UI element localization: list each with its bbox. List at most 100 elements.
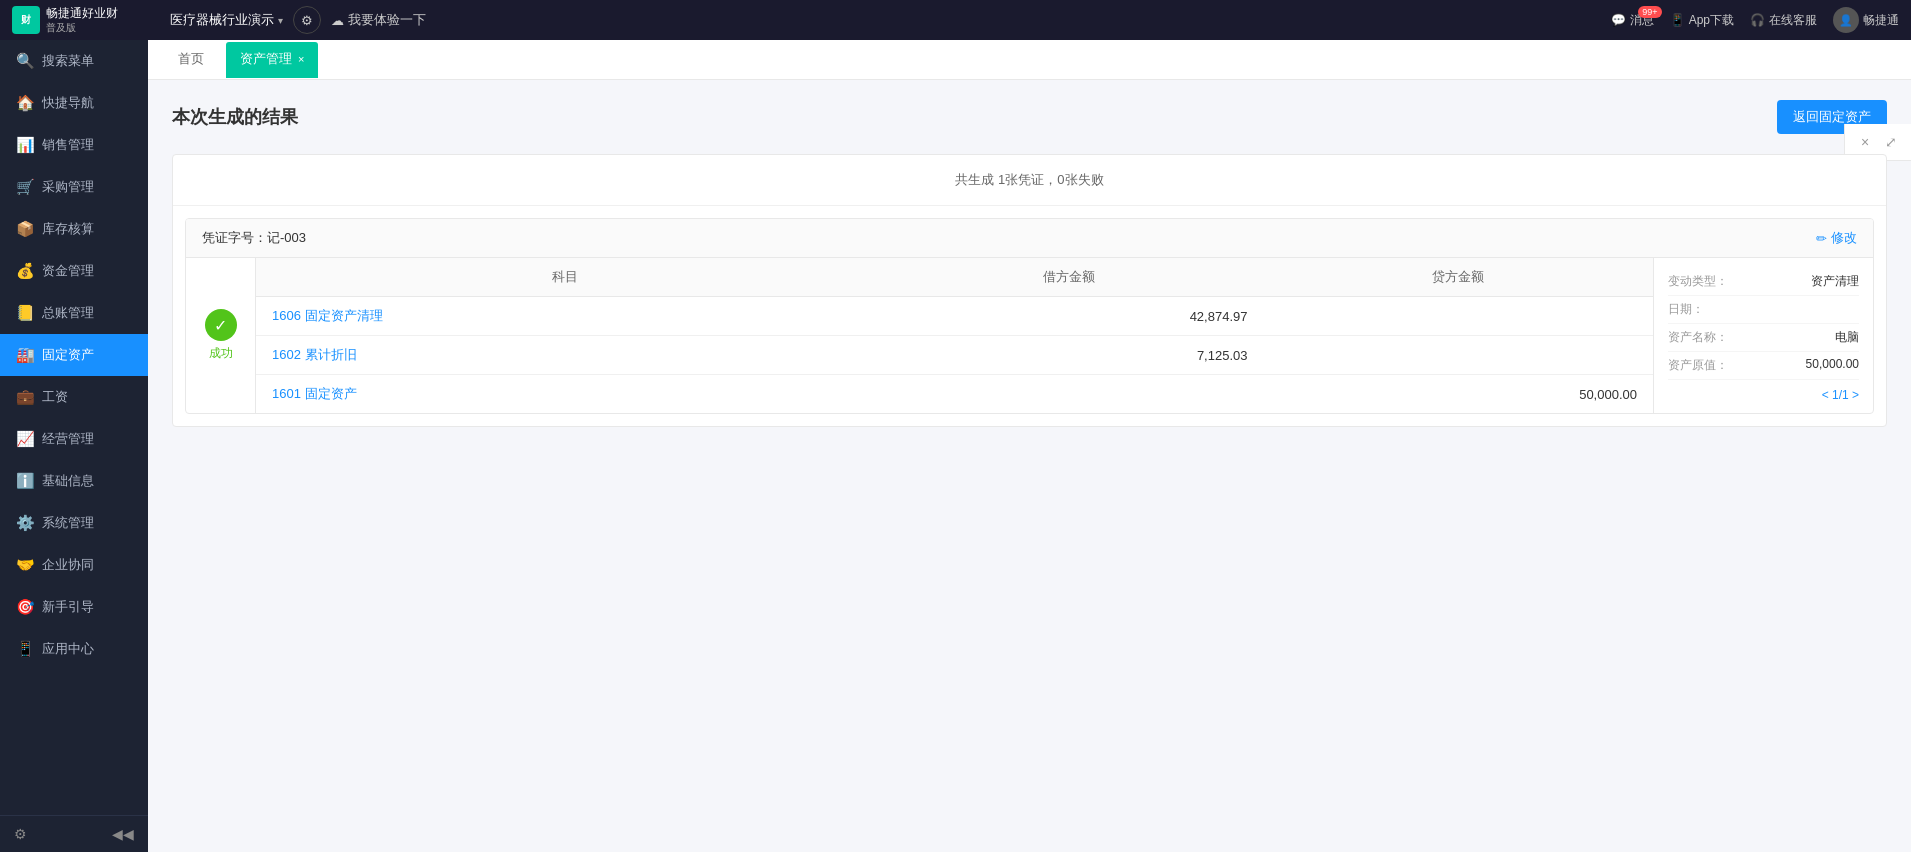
sidebar-label-quick-nav: 快捷导航 [42, 94, 94, 112]
header-middle: 医疗器械行业演示 ▾ ⚙ ☁ 我要体验一下 [160, 6, 1611, 34]
asset-value-value: 50,000.00 [1806, 357, 1859, 374]
sidebar-label-salary: 工资 [42, 388, 68, 406]
sidebar-label-sales: 销售管理 [42, 136, 94, 154]
app-name: 畅捷通好业财 [46, 6, 118, 22]
voucher-table-wrap: 科目 借方金额 贷方金额 1606 固定资产清理 42,874. [256, 258, 1653, 413]
system-icon: ⚙️ [16, 514, 34, 532]
result-summary: 共生成 1张凭证，0张失败 [173, 155, 1886, 206]
message-button[interactable]: 💬 消息 99+ [1611, 12, 1654, 29]
app-edition: 普及版 [46, 21, 118, 34]
try-label: 我要体验一下 [348, 11, 426, 29]
ledger-icon: 📒 [16, 304, 34, 322]
search-icon: 🔍 [16, 52, 34, 70]
subject-1606[interactable]: 1606 固定资产清理 [256, 297, 874, 336]
chevron-down-icon: ▾ [278, 15, 283, 26]
close-icon: × [1861, 134, 1869, 150]
app-download-button[interactable]: 📱 App下载 [1670, 12, 1734, 29]
operations-icon: 📈 [16, 430, 34, 448]
salary-icon: 💼 [16, 388, 34, 406]
pagination-text: < 1/1 > [1822, 388, 1859, 402]
sidebar-item-fixed-assets[interactable]: 🏭 固定资产 [0, 334, 148, 376]
detail-pagination[interactable]: < 1/1 > [1668, 388, 1859, 402]
sidebar-item-operations[interactable]: 📈 经营管理 [0, 418, 148, 460]
detail-asset-value: 资产原值： 50,000.00 [1668, 352, 1859, 380]
collapse-icon: ◀◀ [112, 826, 134, 842]
online-service-label: 在线客服 [1769, 12, 1817, 29]
funds-icon: 💰 [16, 262, 34, 280]
sidebar-item-sales[interactable]: 📊 销售管理 [0, 124, 148, 166]
sidebar-label-basic-info: 基础信息 [42, 472, 94, 490]
tab-home-label: 首页 [178, 51, 204, 66]
close-window-button[interactable]: × [1853, 130, 1877, 154]
guide-icon: 🎯 [16, 598, 34, 616]
sidebar-item-inventory[interactable]: 📦 库存核算 [0, 208, 148, 250]
expand-icon: ⤢ [1885, 134, 1897, 150]
sidebar-item-salary[interactable]: 💼 工资 [0, 376, 148, 418]
tab-home[interactable]: 首页 [164, 42, 218, 78]
voucher-body: ✓ 成功 科目 借方金额 贷方金 [186, 258, 1873, 413]
sidebar-item-basic-info[interactable]: ℹ️ 基础信息 [0, 460, 148, 502]
inventory-icon: 📦 [16, 220, 34, 238]
sidebar-item-purchase[interactable]: 🛒 采购管理 [0, 166, 148, 208]
sidebar-item-app-center[interactable]: 📱 应用中心 [0, 628, 148, 670]
debit-1602: 7,125.03 [874, 336, 1264, 375]
sidebar-item-ledger[interactable]: 📒 总账管理 [0, 292, 148, 334]
sidebar-label-funds: 资金管理 [42, 262, 94, 280]
content-area: 首页 资产管理 × × ⤢ 本次生成的结果 返回固定资产 [148, 40, 1911, 852]
sidebar-item-funds[interactable]: 💰 资金管理 [0, 250, 148, 292]
sidebar-item-system[interactable]: ⚙️ 系统管理 [0, 502, 148, 544]
cloud-icon: ☁ [331, 13, 344, 28]
sidebar: 🔍 搜索菜单 🏠 快捷导航 📊 销售管理 🛒 采购管理 📦 库存核算 💰 [0, 40, 148, 852]
asset-name-label: 资产名称： [1668, 329, 1728, 346]
sidebar-label-operations: 经营管理 [42, 430, 94, 448]
header-right: 💬 消息 99+ 📱 App下载 🎧 在线客服 👤 畅捷通 [1611, 7, 1899, 33]
sidebar-label-app-center: 应用中心 [42, 640, 94, 658]
message-badge: 99+ [1638, 6, 1661, 18]
credit-1601: 50,000.00 [1263, 375, 1653, 414]
fixed-assets-icon: 🏭 [16, 346, 34, 364]
edit-label: 修改 [1831, 229, 1857, 247]
col-subject: 科目 [256, 258, 874, 297]
logo-area: 财 畅捷通好业财 普及版 [12, 6, 160, 35]
logo-text: 畅捷通好业财 普及版 [46, 6, 118, 35]
tab-close-icon[interactable]: × [298, 53, 304, 65]
headset-icon: 🎧 [1750, 13, 1765, 27]
subject-1602[interactable]: 1602 累计折旧 [256, 336, 874, 375]
voucher-table: 科目 借方金额 贷方金额 1606 固定资产清理 42,874. [256, 258, 1653, 413]
sidebar-collapse-button[interactable]: ◀◀ [112, 826, 134, 842]
tab-asset-mgmt[interactable]: 资产管理 × [226, 42, 318, 78]
sidebar-item-search[interactable]: 🔍 搜索菜单 [0, 40, 148, 82]
user-profile-button[interactable]: 👤 畅捷通 [1833, 7, 1899, 33]
avatar: 👤 [1833, 7, 1859, 33]
expand-window-button[interactable]: ⤢ [1879, 130, 1903, 154]
success-label: 成功 [209, 345, 233, 362]
sales-icon: 📊 [16, 136, 34, 154]
company-selector[interactable]: 医疗器械行业演示 ▾ [170, 11, 283, 29]
top-header: 财 畅捷通好业财 普及版 医疗器械行业演示 ▾ ⚙ ☁ 我要体验一下 💬 消息 … [0, 0, 1911, 40]
sidebar-settings-button[interactable]: ⚙ [14, 826, 27, 842]
asset-value-label: 资产原值： [1668, 357, 1728, 374]
main-layout: 🔍 搜索菜单 🏠 快捷导航 📊 销售管理 🛒 采购管理 📦 库存核算 💰 [0, 40, 1911, 852]
tab-asset-mgmt-label: 资产管理 [240, 50, 292, 68]
sidebar-item-guide[interactable]: 🎯 新手引导 [0, 586, 148, 628]
voucher-detail-panel: 变动类型： 资产清理 日期： 资产名称： 电脑 [1653, 258, 1873, 413]
sidebar-item-collaboration[interactable]: 🤝 企业协同 [0, 544, 148, 586]
success-icon: ✓ [205, 309, 237, 341]
company-name: 医疗器械行业演示 [170, 11, 274, 29]
tab-bar: 首页 资产管理 × [148, 40, 1911, 80]
detail-change-type: 变动类型： 资产清理 [1668, 268, 1859, 296]
sidebar-item-quick-nav[interactable]: 🏠 快捷导航 [0, 82, 148, 124]
try-button[interactable]: ☁ 我要体验一下 [331, 11, 426, 29]
subject-1601[interactable]: 1601 固定资产 [256, 375, 874, 414]
edit-button[interactable]: ✏ 修改 [1816, 229, 1857, 247]
col-credit: 贷方金额 [1263, 258, 1653, 297]
page-content: × ⤢ 本次生成的结果 返回固定资产 共生成 1张凭证，0张失败 凭证字号：记-… [148, 80, 1911, 852]
app-download-label: App下载 [1689, 12, 1734, 29]
sidebar-label-collaboration: 企业协同 [42, 556, 94, 574]
page-header: 本次生成的结果 返回固定资产 [172, 100, 1887, 134]
asset-name-value: 电脑 [1835, 329, 1859, 346]
page-title: 本次生成的结果 [172, 105, 298, 129]
user-name: 畅捷通 [1863, 12, 1899, 29]
online-service-button[interactable]: 🎧 在线客服 [1750, 12, 1817, 29]
settings-button[interactable]: ⚙ [293, 6, 321, 34]
